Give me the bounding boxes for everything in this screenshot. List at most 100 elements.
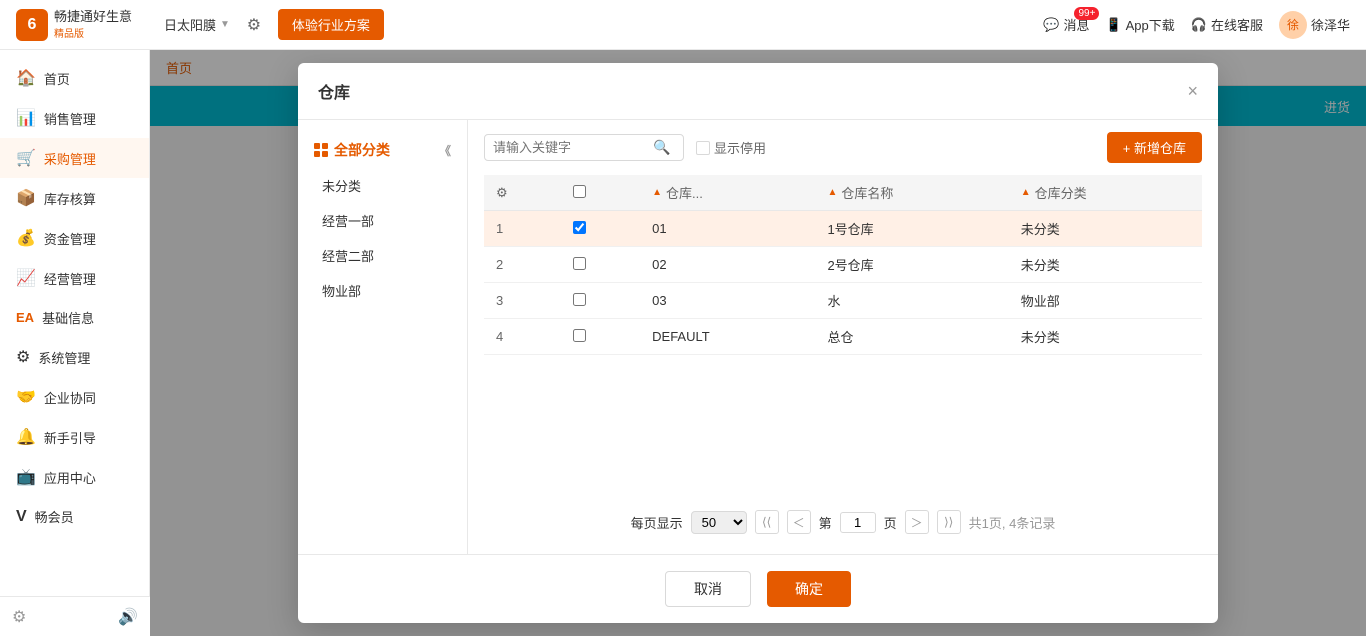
sort-icon-cat: ▲ [1021,187,1031,198]
store-selector[interactable]: 日太阳膜 ▼ [156,15,238,34]
modal-toolbar: 🔍 显示停用 + 新增仓库 [484,132,1202,163]
sidebar-item-sales[interactable]: 📊 销售管理 [0,98,149,138]
sidebar-label-inventory: 库存核算 [44,189,96,208]
sidebar-label-apps: 应用中心 [44,468,96,487]
confirm-button[interactable]: 确定 [767,571,851,607]
category-all-label: 全部分类 [334,140,390,160]
page-unit: 页 [884,513,897,532]
enterprise-icon: 🤝 [16,387,36,407]
avatar: 徐 [1279,11,1307,39]
show-disabled-label[interactable]: 显示停用 [696,138,766,157]
row-check[interactable] [561,319,641,355]
operation-icon: 📈 [16,268,36,288]
modal-category-property[interactable]: 物业部 [298,273,467,308]
page-last-button[interactable]: ⟩⟩ [937,510,961,534]
total-info: 共1页, 4条记录 [969,513,1056,532]
cancel-button[interactable]: 取消 [665,571,751,607]
sidebar-item-inventory[interactable]: 📦 库存核算 [0,178,149,218]
page-number-input[interactable] [840,512,876,533]
user-menu[interactable]: 徐 徐泽华 [1279,11,1350,39]
sidebar-item-system[interactable]: ⚙ 系统管理 [0,337,149,377]
modal-category-uncategorized[interactable]: 未分类 [298,168,467,203]
sidebar-item-basic[interactable]: EA 基础信息 [0,298,149,337]
th-name[interactable]: ▲ 仓库名称 [815,175,1008,211]
logo-text: 畅捷通好生意 [54,9,132,25]
row-check[interactable] [561,211,641,247]
modal-category-dept2[interactable]: 经营二部 [298,238,467,273]
row-checkbox[interactable] [573,293,586,306]
online-service-button[interactable]: 🎧 在线客服 [1191,15,1263,34]
modal-category-dept1[interactable]: 经营一部 [298,203,467,238]
sidebar-label-member: 畅会员 [35,507,74,526]
settings-bottom-icon[interactable]: ⚙ [12,607,26,627]
table-row[interactable]: 2 02 2号仓库 未分类 [484,247,1202,283]
sidebar-item-member[interactable]: V 畅会员 [0,497,149,536]
row-name: 2号仓库 [815,247,1008,283]
table-row[interactable]: 4 DEFAULT 总仓 未分类 [484,319,1202,355]
sidebar: 🏠 首页 📊 销售管理 🛒 采购管理 📦 库存核算 💰 资金管理 📈 经营管理 … [0,50,150,636]
row-category: 未分类 [1009,247,1202,283]
speaker-icon[interactable]: 🔊 [118,607,138,627]
row-checkbox[interactable] [573,221,586,234]
sidebar-item-guide[interactable]: 🔔 新手引导 [0,417,149,457]
sidebar-label-operation: 经营管理 [44,269,96,288]
service-label: 在线客服 [1211,15,1263,34]
modal-category-all[interactable]: 全部分类 《 [298,132,467,168]
th-category[interactable]: ▲ 仓库分类 [1009,175,1202,211]
apps-icon: 📺 [16,467,36,487]
row-category: 物业部 [1009,283,1202,319]
show-disabled-text: 显示停用 [714,138,766,157]
settings-icon[interactable]: ⚙ [238,9,270,41]
row-num: 1 [484,211,561,247]
basic-icon: EA [16,310,34,325]
row-num: 3 [484,283,561,319]
main-layout: 🏠 首页 📊 销售管理 🛒 采购管理 📦 库存核算 💰 资金管理 📈 经营管理 … [0,50,1366,636]
message-button[interactable]: 💬 消息 99+ [1043,15,1089,34]
row-checkbox[interactable] [573,329,586,342]
logo-sub: 精品版 [54,25,132,40]
page-prev-button[interactable]: ＜ [787,510,811,534]
table-header-row: ⚙ ▲ 仓库... [484,175,1202,211]
sidebar-label-enterprise: 企业协同 [44,388,96,407]
per-page-select[interactable]: 50 10 20 100 [691,511,747,534]
logo-icon: 6 [16,9,48,41]
page-first-button[interactable]: ⟨⟨ [755,510,779,534]
store-arrow-icon: ▼ [220,19,230,30]
sidebar-item-operation[interactable]: 📈 经营管理 [0,258,149,298]
search-icon[interactable]: 🔍 [653,139,670,156]
user-name: 徐泽华 [1311,15,1350,34]
row-code: 03 [640,283,815,319]
collapse-button[interactable]: 《 [439,142,451,159]
add-warehouse-button[interactable]: + 新增仓库 [1107,132,1202,163]
th-check[interactable] [561,175,641,211]
sidebar-label-system: 系统管理 [38,348,90,367]
th-settings[interactable]: ⚙ [484,175,561,211]
table-row[interactable]: 1 01 1号仓库 未分类 [484,211,1202,247]
row-check[interactable] [561,283,641,319]
finance-icon: 💰 [16,228,36,248]
sidebar-label-guide: 新手引导 [44,428,96,447]
row-checkbox[interactable] [573,257,586,270]
search-input[interactable] [493,140,653,155]
sort-icon: ▲ [652,187,662,198]
page-label: 第 [819,513,832,532]
trial-button[interactable]: 体验行业方案 [278,9,384,40]
modal-close-button[interactable]: × [1187,81,1198,102]
search-box[interactable]: 🔍 [484,134,684,161]
page-next-button[interactable]: ＞ [905,510,929,534]
sidebar-item-purchase[interactable]: 🛒 采购管理 [0,138,149,178]
sidebar-item-enterprise[interactable]: 🤝 企业协同 [0,377,149,417]
sidebar-item-home[interactable]: 🏠 首页 [0,58,149,98]
th-category-label: 仓库分类 [1035,183,1087,202]
sidebar-item-apps[interactable]: 📺 应用中心 [0,457,149,497]
sales-icon: 📊 [16,108,36,128]
show-disabled-checkbox[interactable] [696,141,710,155]
sidebar-item-finance[interactable]: 💰 资金管理 [0,218,149,258]
row-check[interactable] [561,247,641,283]
table-row[interactable]: 3 03 水 物业部 [484,283,1202,319]
th-code[interactable]: ▲ 仓库... [640,175,815,211]
row-code: 01 [640,211,815,247]
sidebar-label-basic: 基础信息 [42,308,94,327]
app-download-button[interactable]: 📱 App下载 [1105,15,1174,34]
select-all-checkbox[interactable] [573,185,586,198]
